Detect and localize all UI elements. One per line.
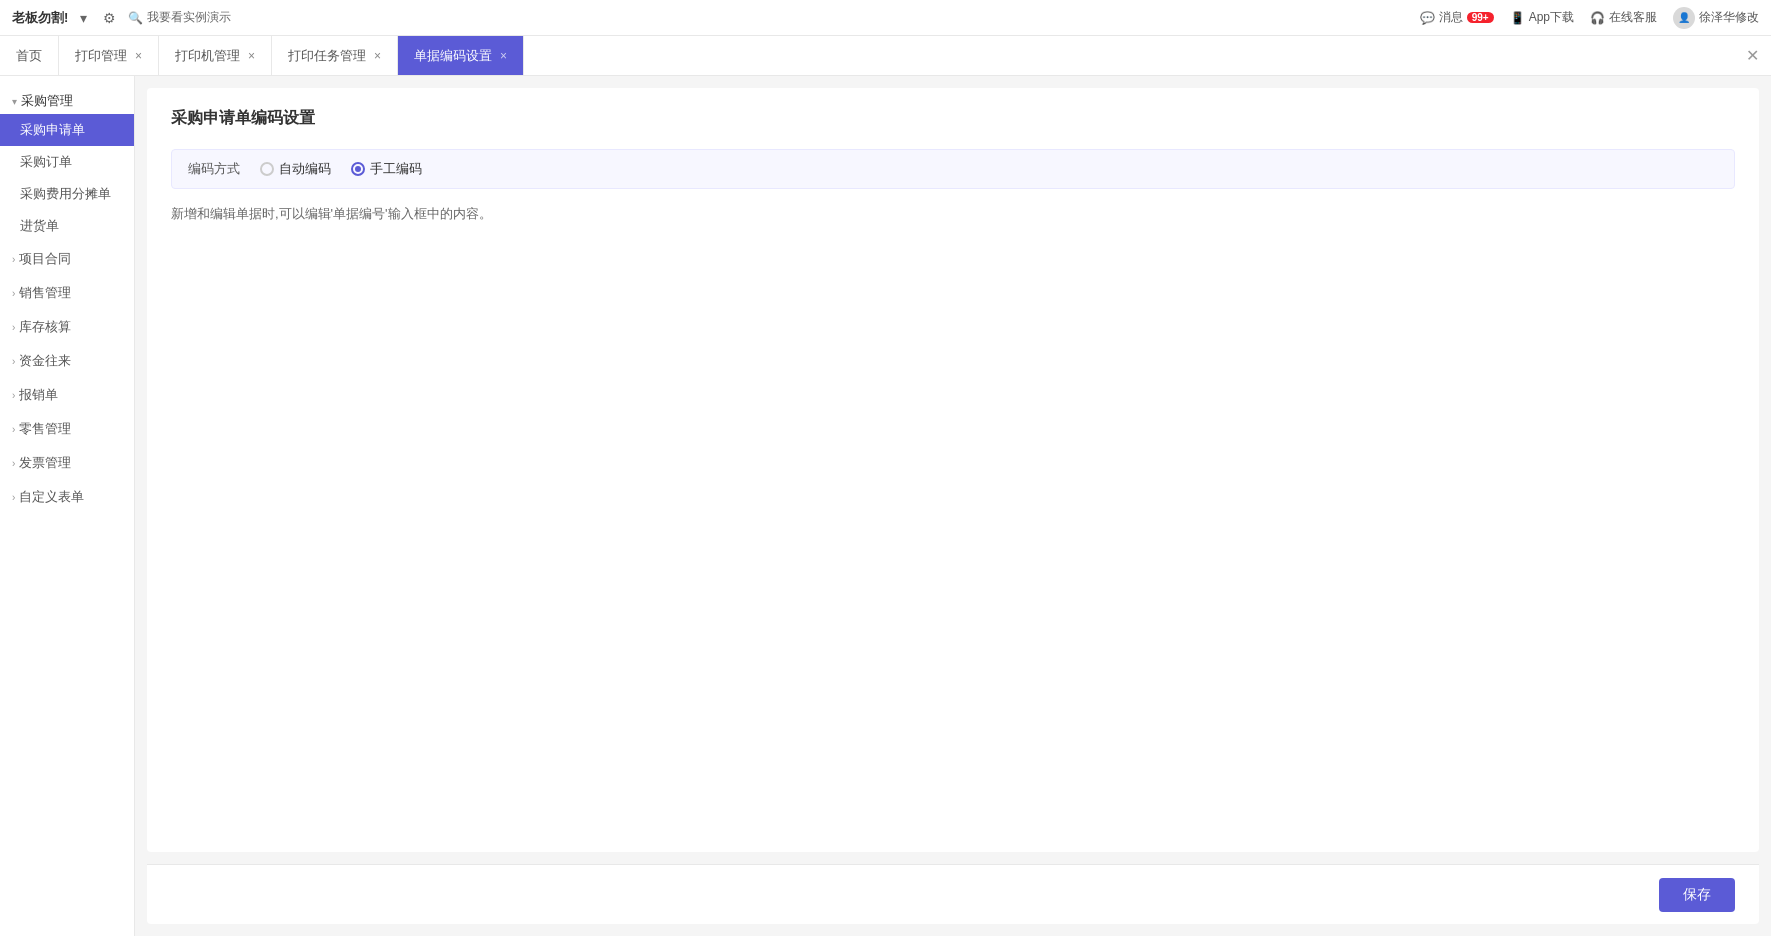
arrow-right-icon-3: ›: [12, 322, 15, 333]
sidebar-group-purchase-label: 采购管理: [21, 92, 73, 110]
app-download-icon: 📱: [1510, 11, 1525, 25]
user-name: 徐泽华修改: [1699, 9, 1759, 26]
auto-code-label: 自动编码: [279, 160, 331, 178]
sidebar-group-invoice-label: 发票管理: [19, 454, 71, 472]
coding-method-row: 编码方式 自动编码 手工编码: [171, 149, 1735, 189]
tab-bar-close-all[interactable]: ✕: [1734, 36, 1771, 75]
sidebar-group-sales-label: 销售管理: [19, 284, 71, 302]
sidebar-group-custom-label: 自定义表单: [19, 488, 84, 506]
top-bar-left: 老板勿割! ▾ ⚙ 🔍 我要看实例演示: [12, 8, 231, 28]
manual-code-radio-circle: [351, 162, 365, 176]
tab-printer-mgmt[interactable]: 打印机管理 ×: [159, 36, 272, 75]
content-inner: 采购申请单编码设置 编码方式 自动编码 手工编码 新增和编辑单据时,可以编辑'单…: [147, 88, 1759, 852]
tab-home[interactable]: 首页: [0, 36, 59, 75]
tab-printer-mgmt-close[interactable]: ×: [248, 49, 255, 63]
settings-icon[interactable]: ⚙: [99, 8, 120, 28]
top-bar: 老板勿割! ▾ ⚙ 🔍 我要看实例演示 💬 消息 99+ 📱 App下载 🎧 在…: [0, 0, 1771, 36]
manual-code-label: 手工编码: [370, 160, 422, 178]
bottom-bar: 保存: [147, 864, 1759, 924]
sidebar-group-invoice-mgmt[interactable]: › 发票管理: [0, 446, 134, 480]
page-title: 采购申请单编码设置: [171, 108, 1735, 129]
arrow-down-icon: ▾: [12, 96, 17, 107]
sidebar-group-sales-mgmt[interactable]: › 销售管理: [0, 276, 134, 310]
sidebar-group-retail-label: 零售管理: [19, 420, 71, 438]
arrow-right-icon-2: ›: [12, 288, 15, 299]
tab-single-code-setting[interactable]: 单据编码设置 ×: [398, 36, 524, 75]
tab-print-task-mgmt-close[interactable]: ×: [374, 49, 381, 63]
sidebar-group-purchase-mgmt[interactable]: ▾ 采购管理: [0, 84, 134, 114]
app-logo: 老板勿割!: [12, 9, 68, 27]
sidebar-group-custom-form[interactable]: › 自定义表单: [0, 480, 134, 514]
tab-printer-mgmt-label: 打印机管理: [175, 47, 240, 65]
sidebar-item-purchase-order[interactable]: 采购申请单: [0, 114, 134, 146]
hint-text: 新增和编辑单据时,可以编辑'单据编号'输入框中的内容。: [171, 205, 1735, 223]
sidebar-item-purchase-expense-label: 采购费用分摊单: [20, 186, 111, 201]
headset-icon: 🎧: [1590, 11, 1605, 25]
radio-group: 自动编码 手工编码: [260, 160, 422, 178]
main-layout: ▾ 采购管理 采购申请单 采购订单 采购费用分摊单 进货单 › 项目合同 › 销…: [0, 76, 1771, 936]
arrow-right-icon-7: ›: [12, 458, 15, 469]
tab-print-task-mgmt-label: 打印任务管理: [288, 47, 366, 65]
sidebar-group-project-contract[interactable]: › 项目合同: [0, 242, 134, 276]
sidebar-item-purchase-order-label: 采购申请单: [20, 122, 85, 137]
search-bar[interactable]: 🔍 我要看实例演示: [128, 9, 231, 26]
arrow-right-icon-5: ›: [12, 390, 15, 401]
tab-home-label: 首页: [16, 47, 42, 65]
online-service-label: 在线客服: [1609, 9, 1657, 26]
tab-print-task-mgmt[interactable]: 打印任务管理 ×: [272, 36, 398, 75]
sidebar-group-finance[interactable]: › 资金往来: [0, 344, 134, 378]
content-area: 采购申请单编码设置 编码方式 自动编码 手工编码 新增和编辑单据时,可以编辑'单…: [135, 76, 1771, 936]
sidebar-group-finance-label: 资金往来: [19, 352, 71, 370]
sidebar-item-purchase-expense[interactable]: 采购费用分摊单: [0, 178, 134, 210]
tab-print-mgmt-label: 打印管理: [75, 47, 127, 65]
auto-code-radio[interactable]: 自动编码: [260, 160, 331, 178]
message-label: 消息: [1439, 9, 1463, 26]
app-download-label: App下载: [1529, 9, 1574, 26]
tab-print-mgmt[interactable]: 打印管理 ×: [59, 36, 159, 75]
save-button[interactable]: 保存: [1659, 878, 1735, 912]
sidebar-item-warehousing-label: 进货单: [20, 218, 59, 233]
top-bar-right: 💬 消息 99+ 📱 App下载 🎧 在线客服 👤 徐泽华修改: [1420, 7, 1759, 29]
sidebar-group-refund-label: 报销单: [19, 386, 58, 404]
tab-print-mgmt-close[interactable]: ×: [135, 49, 142, 63]
message-button[interactable]: 💬 消息 99+: [1420, 9, 1494, 26]
arrow-right-icon-4: ›: [12, 356, 15, 367]
message-icon: 💬: [1420, 11, 1435, 25]
sidebar-group-project-label: 项目合同: [19, 250, 71, 268]
search-text: 我要看实例演示: [147, 9, 231, 26]
tab-bar: 首页 打印管理 × 打印机管理 × 打印任务管理 × 单据编码设置 × ✕: [0, 36, 1771, 76]
tab-single-code-setting-label: 单据编码设置: [414, 47, 492, 65]
arrow-right-icon: ›: [12, 254, 15, 265]
sidebar-item-purchase-po-label: 采购订单: [20, 154, 72, 169]
sidebar-item-purchase-po[interactable]: 采购订单: [0, 146, 134, 178]
message-badge: 99+: [1467, 12, 1494, 23]
avatar: 👤: [1673, 7, 1695, 29]
sidebar-group-inventory-label: 库存核算: [19, 318, 71, 336]
online-service-button[interactable]: 🎧 在线客服: [1590, 9, 1657, 26]
sidebar: ▾ 采购管理 采购申请单 采购订单 采购费用分摊单 进货单 › 项目合同 › 销…: [0, 76, 135, 936]
auto-code-radio-circle: [260, 162, 274, 176]
coding-method-label: 编码方式: [188, 160, 240, 178]
dropdown-icon[interactable]: ▾: [76, 8, 91, 28]
tab-single-code-setting-close[interactable]: ×: [500, 49, 507, 63]
user-profile[interactable]: 👤 徐泽华修改: [1673, 7, 1759, 29]
sidebar-group-inventory[interactable]: › 库存核算: [0, 310, 134, 344]
sidebar-group-retail-mgmt[interactable]: › 零售管理: [0, 412, 134, 446]
arrow-right-icon-6: ›: [12, 424, 15, 435]
search-icon: 🔍: [128, 11, 143, 25]
app-download-button[interactable]: 📱 App下载: [1510, 9, 1574, 26]
sidebar-group-refund[interactable]: › 报销单: [0, 378, 134, 412]
arrow-right-icon-8: ›: [12, 492, 15, 503]
sidebar-item-warehousing[interactable]: 进货单: [0, 210, 134, 242]
manual-code-radio[interactable]: 手工编码: [351, 160, 422, 178]
